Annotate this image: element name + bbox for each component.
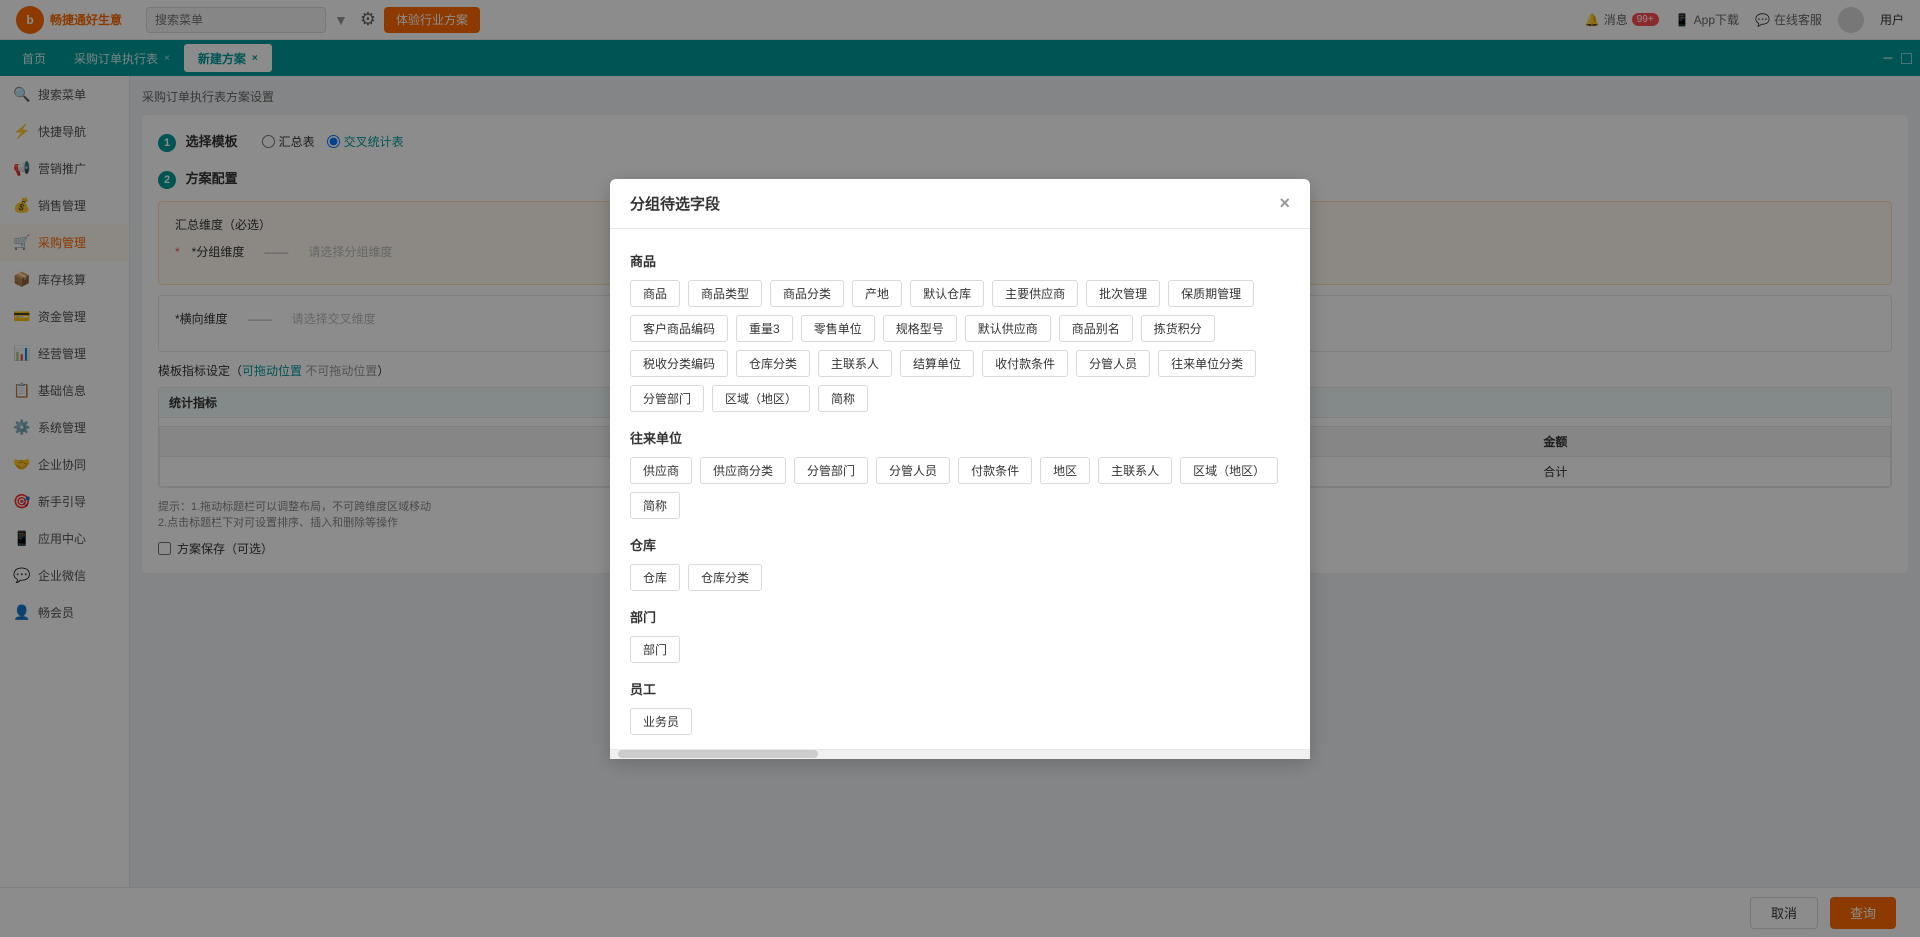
section-product-fields: 商品 商品类型 商品分类 产地 默认仓库 主要供应商 批次管理 保质期管理 客户… [630,280,1290,412]
modal-scrollbar-thumb[interactable] [618,750,818,758]
field-warehouse-cat[interactable]: 仓库分类 [688,564,762,591]
field-region[interactable]: 区域（地区） [712,385,810,412]
field-settlement-unit[interactable]: 结算单位 [900,350,974,377]
field-product-alias[interactable]: 商品别名 [1059,315,1133,342]
field-area[interactable]: 地区 [1040,457,1090,484]
section-partner-fields: 供应商 供应商分类 分管部门 分管人员 付款条件 地区 主联系人 区域（地区） … [630,457,1290,519]
field-expiry-mgmt[interactable]: 保质期管理 [1168,280,1254,307]
section-department-fields: 部门 [630,636,1290,663]
field-product-category[interactable]: 商品分类 [770,280,844,307]
section-warehouse-fields: 仓库 仓库分类 [630,564,1290,591]
field-partner-category[interactable]: 往来单位分类 [1158,350,1256,377]
field-main-supplier[interactable]: 主要供应商 [992,280,1078,307]
section-product: 商品 商品 商品类型 商品分类 产地 默认仓库 主要供应商 批次管理 保质期管理… [630,251,1290,412]
section-partner-title: 往来单位 [630,428,1290,447]
modal-dialog: 分组待选字段 × 商品 商品 商品类型 商品分类 产地 默认仓库 主要供应商 批… [610,179,1310,759]
field-dept[interactable]: 部门 [630,636,680,663]
section-employee-title: 员工 [630,679,1290,698]
modal-scrollbar[interactable] [610,749,1310,759]
section-partner: 往来单位 供应商 供应商分类 分管部门 分管人员 付款条件 地区 主联系人 区域… [630,428,1290,519]
section-employee: 员工 业务员 [630,679,1290,735]
field-salesperson[interactable]: 业务员 [630,708,692,735]
field-supplier[interactable]: 供应商 [630,457,692,484]
field-warehouse-category[interactable]: 仓库分类 [736,350,810,377]
modal-overlay: 分组待选字段 × 商品 商品 商品类型 商品分类 产地 默认仓库 主要供应商 批… [0,0,1920,937]
field-batch-mgmt[interactable]: 批次管理 [1086,280,1160,307]
field-charge-person[interactable]: 分管人员 [1076,350,1150,377]
modal-close-button[interactable]: × [1279,194,1290,212]
field-pay-terms[interactable]: 付款条件 [958,457,1032,484]
modal-title: 分组待选字段 [630,193,720,214]
field-payment-terms[interactable]: 收付款条件 [982,350,1068,377]
section-warehouse: 仓库 仓库 仓库分类 [630,535,1290,591]
field-partner-contact[interactable]: 主联系人 [1098,457,1172,484]
field-supplier-category[interactable]: 供应商分类 [700,457,786,484]
modal-body: 商品 商品 商品类型 商品分类 产地 默认仓库 主要供应商 批次管理 保质期管理… [610,229,1310,749]
section-department: 部门 部门 [630,607,1290,663]
field-partner-region[interactable]: 区域（地区） [1180,457,1278,484]
field-default-supplier[interactable]: 默认供应商 [965,315,1051,342]
field-abbr[interactable]: 简称 [818,385,868,412]
field-tax-code[interactable]: 税收分类编码 [630,350,728,377]
modal-header: 分组待选字段 × [610,179,1310,229]
section-employee-fields: 业务员 [630,708,1290,735]
field-warehouse[interactable]: 仓库 [630,564,680,591]
field-product-type[interactable]: 商品类型 [688,280,762,307]
section-product-title: 商品 [630,251,1290,270]
field-customer-code[interactable]: 客户商品编码 [630,315,728,342]
field-weight[interactable]: 重量3 [736,315,793,342]
field-partner-charge-dept[interactable]: 分管部门 [794,457,868,484]
field-product[interactable]: 商品 [630,280,680,307]
field-partner-abbr[interactable]: 简称 [630,492,680,519]
section-department-title: 部门 [630,607,1290,626]
field-main-contact[interactable]: 主联系人 [818,350,892,377]
field-spec-model[interactable]: 规格型号 [883,315,957,342]
field-origin[interactable]: 产地 [852,280,902,307]
field-partner-charge-person[interactable]: 分管人员 [876,457,950,484]
field-charge-dept[interactable]: 分管部门 [630,385,704,412]
section-warehouse-title: 仓库 [630,535,1290,554]
field-default-warehouse[interactable]: 默认仓库 [910,280,984,307]
field-retail-unit[interactable]: 零售单位 [801,315,875,342]
field-pick-points[interactable]: 拣货积分 [1141,315,1215,342]
